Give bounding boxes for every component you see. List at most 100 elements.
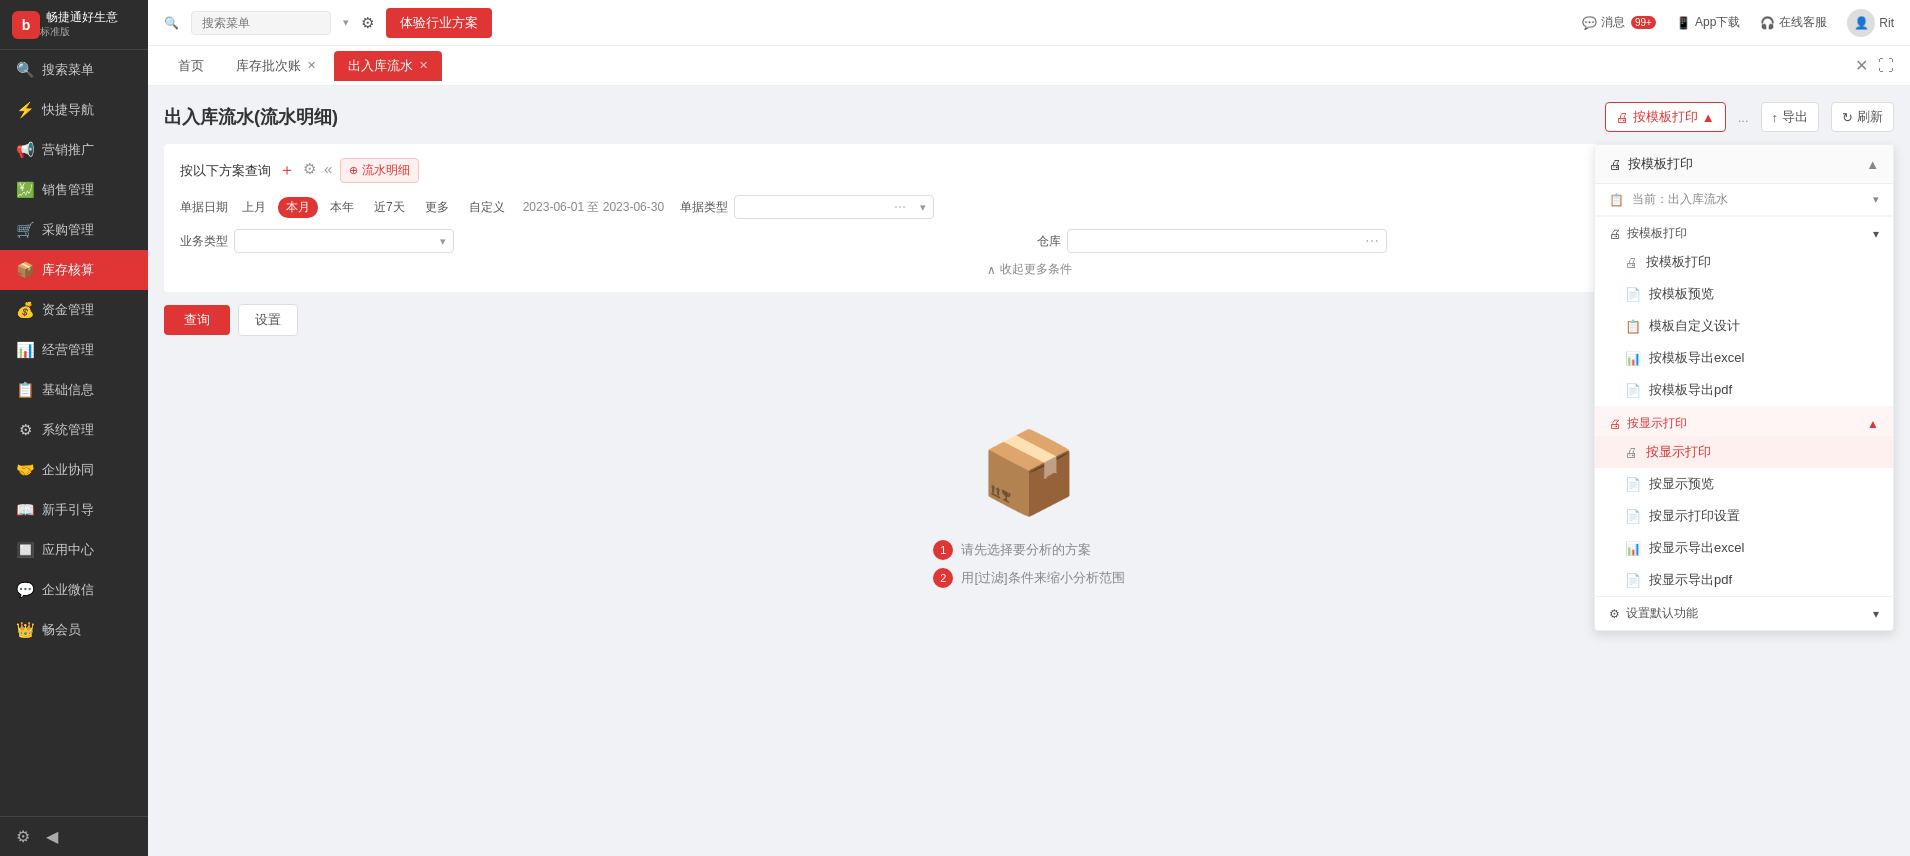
dropdown-item-display-excel[interactable]: 📊 按显示导出excel	[1595, 532, 1893, 564]
industry-solution-button[interactable]: 体验行业方案	[386, 8, 492, 38]
sidebar-label-cooperation: 企业协同	[42, 461, 94, 479]
export-button[interactable]: ↑ 导出	[1761, 102, 1820, 132]
tab-batch-label: 库存批次账	[236, 57, 301, 75]
sidebar-item-inventory[interactable]: 📦 库存核算	[0, 250, 148, 290]
current-label: 当前：出入库流水	[1632, 191, 1728, 208]
display-print-section[interactable]: 🖨 按显示打印 ▲	[1595, 406, 1893, 436]
sidebar-label-wechat: 企业微信	[42, 581, 94, 599]
dropdown-item-template-preview[interactable]: 📄 按模板预览	[1595, 278, 1893, 310]
footer-label: 设置默认功能	[1626, 605, 1698, 622]
settings-button[interactable]: 设置	[238, 304, 298, 336]
sidebar-icon-system: ⚙	[16, 421, 34, 439]
messages-button[interactable]: 💬 消息 99+	[1582, 14, 1656, 31]
logo: b 畅捷通好生意 标准版	[0, 0, 148, 50]
sidebar-item-quick_nav[interactable]: ⚡ 快捷导航	[0, 90, 148, 130]
scroll-up-button[interactable]: ▲	[1866, 157, 1879, 172]
sidebar-item-finance[interactable]: 💰 资金管理	[0, 290, 148, 330]
dropdown-item-display-preview[interactable]: 📄 按显示预览	[1595, 468, 1893, 500]
section-arrow-icon: ▾	[1873, 227, 1879, 241]
topbar-dropdown-icon[interactable]: ▾	[343, 16, 349, 29]
dropdown-item-display-print[interactable]: 🖨 按显示打印	[1595, 436, 1893, 468]
filter-label: 按以下方案查询	[180, 158, 271, 180]
sidebar-item-system[interactable]: ⚙ 系统管理	[0, 410, 148, 450]
date-range-display: 2023-06-01 至 2023-06-30	[523, 199, 664, 216]
tab-batch-close[interactable]: ✕	[307, 59, 316, 72]
window-close-icon[interactable]: ✕	[1855, 56, 1868, 75]
sidebar-item-sales[interactable]: 💹 销售管理	[0, 170, 148, 210]
header-actions: 🖨 按模板打印 ▲ ... ↑ 导出 ↻ 刷新	[1605, 102, 1894, 132]
template-print-section[interactable]: 🖨 按模板打印 ▾	[1595, 216, 1893, 246]
dropdown-title: 🖨 按模板打印	[1609, 155, 1693, 173]
item-icon-9: 📊	[1625, 541, 1641, 556]
online-service-button[interactable]: 🎧 在线客服	[1760, 14, 1827, 31]
tab-home[interactable]: 首页	[164, 51, 218, 81]
step-2-text: 用[过滤]条件来缩小分析范围	[961, 569, 1124, 587]
sidebar-item-guide[interactable]: 📖 新手引导	[0, 490, 148, 530]
date-btn-this-year[interactable]: 本年	[322, 197, 362, 218]
printer-icon-2: 🖨	[1609, 157, 1622, 172]
item-display-excel-label: 按显示导出excel	[1649, 539, 1744, 557]
filter-tag-circle-icon: ⊕	[349, 164, 358, 177]
sidebar-item-cooperation[interactable]: 🤝 企业协同	[0, 450, 148, 490]
dropdown-item-display-pdf[interactable]: 📄 按显示导出pdf	[1595, 564, 1893, 596]
refresh-button[interactable]: ↻ 刷新	[1831, 102, 1894, 132]
biz-type-select[interactable]	[234, 229, 454, 253]
topbar-gear-icon[interactable]: ⚙	[361, 14, 374, 32]
dropdown-item-display-print-settings[interactable]: 📄 按显示打印设置	[1595, 500, 1893, 532]
sidebar-label-marketing: 营销推广	[42, 141, 94, 159]
sidebar-item-basics[interactable]: 📋 基础信息	[0, 370, 148, 410]
dropdown-footer-set-default[interactable]: ⚙ 设置默认功能 ▾	[1595, 596, 1893, 630]
date-btn-more[interactable]: 更多	[417, 197, 457, 218]
more-actions-icon[interactable]: ...	[1738, 110, 1749, 125]
sidebar-label-finance: 资金管理	[42, 301, 94, 319]
search-input[interactable]	[191, 11, 331, 35]
dropdown-item-template-pdf[interactable]: 📄 按模板导出pdf	[1595, 374, 1893, 406]
doc-type-select[interactable]	[734, 195, 934, 219]
sidebar-label-vip: 畅会员	[42, 621, 81, 639]
date-btn-last-month[interactable]: 上月	[234, 197, 274, 218]
sidebar-item-vip[interactable]: 👑 畅会员	[0, 610, 148, 650]
avatar: 👤	[1847, 9, 1875, 37]
sidebar-item-purchase[interactable]: 🛒 采购管理	[0, 210, 148, 250]
sidebar-icon-apps: 🔲	[16, 541, 34, 559]
sidebar-icon-guide: 📖	[16, 501, 34, 519]
sidebar-item-search[interactable]: 🔍 搜索菜单	[0, 50, 148, 90]
print-template-button[interactable]: 🖨 按模板打印 ▲	[1605, 102, 1726, 132]
tab-batch[interactable]: 库存批次账 ✕	[222, 51, 330, 81]
sidebar-item-marketing[interactable]: 📢 营销推广	[0, 130, 148, 170]
sidebar-label-quick_nav: 快捷导航	[42, 101, 94, 119]
collapse-label: 收起更多条件	[1000, 261, 1072, 278]
date-btn-this-month[interactable]: 本月	[278, 197, 318, 218]
tab-flow-close[interactable]: ✕	[419, 59, 428, 72]
sidebar-collapse-icon[interactable]: ◀	[46, 827, 58, 846]
sidebar-label-purchase: 采购管理	[42, 221, 94, 239]
filter-tag[interactable]: ⊕ 流水明细	[340, 158, 419, 183]
user-profile[interactable]: 👤 Rit	[1847, 9, 1894, 37]
window-controls: ✕ ⛶	[1855, 56, 1894, 75]
sidebar-settings-icon[interactable]: ⚙	[16, 827, 30, 846]
sidebar-label-operation: 经营管理	[42, 341, 94, 359]
dropdown-item-template-custom[interactable]: 📋 模板自定义设计	[1595, 310, 1893, 342]
current-dropdown-icon[interactable]: ▾	[1873, 193, 1879, 206]
sidebar-item-wechat[interactable]: 💬 企业微信	[0, 570, 148, 610]
query-button[interactable]: 查询	[164, 305, 230, 335]
filter-add-icon[interactable]: ＋	[279, 160, 295, 181]
filter-toggle-icon[interactable]: «	[324, 160, 332, 177]
window-expand-icon[interactable]: ⛶	[1878, 57, 1894, 75]
date-btn-custom[interactable]: 自定义	[461, 197, 513, 218]
filter-settings-icon[interactable]: ⚙	[303, 160, 316, 178]
sidebar-icon-operation: 📊	[16, 341, 34, 359]
date-btn-7days[interactable]: 近7天	[366, 197, 413, 218]
tab-flow[interactable]: 出入库流水 ✕	[334, 51, 442, 81]
sidebar-icon-search: 🔍	[16, 61, 34, 79]
sidebar-item-operation[interactable]: 📊 经营管理	[0, 330, 148, 370]
logo-text-block: 畅捷通好生意 标准版	[40, 10, 118, 40]
item-icon-6: 🖨	[1625, 445, 1638, 460]
biz-type-label: 业务类型	[180, 233, 228, 250]
app-download-button[interactable]: 📱 App下载	[1676, 14, 1740, 31]
warehouse-input[interactable]	[1067, 229, 1387, 253]
sidebar-item-apps[interactable]: 🔲 应用中心	[0, 530, 148, 570]
dropdown-item-template-print[interactable]: 🖨 按模板打印	[1595, 246, 1893, 278]
chevron-up-icon: ▲	[1702, 110, 1715, 125]
dropdown-item-template-excel[interactable]: 📊 按模板导出excel	[1595, 342, 1893, 374]
